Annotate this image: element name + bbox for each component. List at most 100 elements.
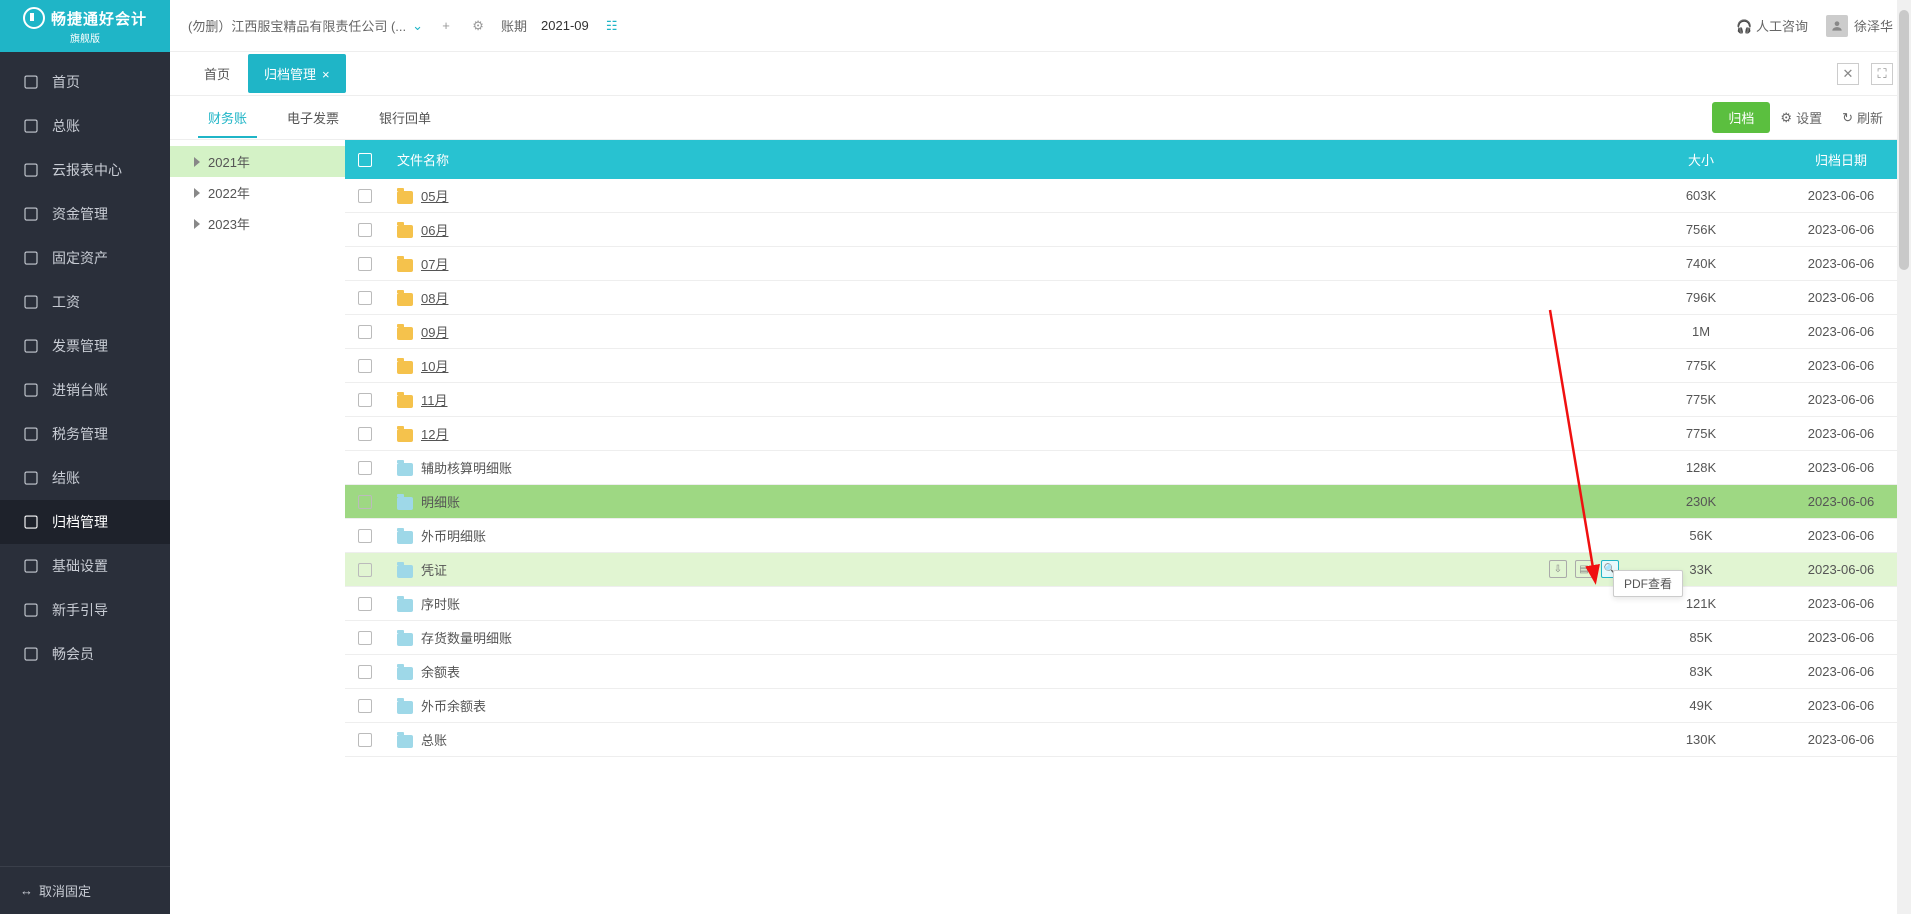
table-row[interactable]: 05月603K2023-06-06 — [345, 179, 1911, 213]
table-row[interactable]: 11月775K2023-06-06 — [345, 383, 1911, 417]
table-row[interactable]: 06月756K2023-06-06 — [345, 213, 1911, 247]
select-all-checkbox[interactable] — [358, 153, 372, 167]
row-checkbox[interactable] — [358, 631, 372, 645]
fund-icon — [22, 205, 40, 223]
settings-button[interactable]: ⚙ 设置 — [1770, 102, 1832, 133]
table-row[interactable]: 08月 796K2023-06-06 — [345, 281, 1911, 315]
subtab-财务账[interactable]: 财务账 — [188, 97, 267, 138]
tree-item-2023年[interactable]: 2023年 — [170, 208, 345, 239]
row-checkbox[interactable] — [358, 529, 372, 543]
row-checkbox[interactable] — [358, 427, 372, 441]
file-name: 明细账 — [421, 495, 460, 510]
close-tab-button[interactable]: ✕ — [1837, 63, 1859, 85]
pin-label: 取消固定 — [39, 881, 91, 900]
table-row[interactable]: 余额表83K2023-06-06 — [345, 655, 1911, 689]
table-row[interactable]: 外币明细账56K2023-06-06 — [345, 519, 1911, 553]
file-date: 2023-06-06 — [1771, 655, 1911, 689]
row-checkbox[interactable] — [358, 597, 372, 611]
table-row[interactable]: 外币余额表49K2023-06-06 — [345, 689, 1911, 723]
file-name[interactable]: 11月 — [421, 393, 448, 408]
col-date: 归档日期 — [1771, 140, 1911, 179]
add-icon[interactable]: + — [437, 18, 455, 33]
gear-icon[interactable]: ⚙ — [469, 18, 487, 34]
folder-icon — [397, 429, 413, 442]
vertical-scrollbar[interactable] — [1897, 0, 1911, 914]
row-checkbox[interactable] — [358, 223, 372, 237]
nav-item-archive[interactable]: 归档管理 — [0, 500, 170, 544]
nav-item-close-acct[interactable]: 结账 — [0, 456, 170, 500]
pin-toggle[interactable]: ↔ 取消固定 — [0, 866, 170, 914]
table-row[interactable]: 12月775K2023-06-06 — [345, 417, 1911, 451]
download-icon[interactable]: ⇩ — [1549, 560, 1567, 578]
nav-item-ledger[interactable]: 总账 — [0, 104, 170, 148]
nav-item-tax[interactable]: 税务管理 — [0, 412, 170, 456]
row-checkbox[interactable] — [358, 393, 372, 407]
table-row[interactable]: 07月740K2023-06-06 — [345, 247, 1911, 281]
row-checkbox[interactable] — [358, 325, 372, 339]
nav-item-home[interactable]: 首页 — [0, 60, 170, 104]
row-checkbox[interactable] — [358, 699, 372, 713]
file-name[interactable]: 05月 — [421, 189, 448, 204]
calendar-icon[interactable]: ☷ — [603, 18, 621, 34]
nav-item-invoice[interactable]: 发票管理 — [0, 324, 170, 368]
nav-item-chart[interactable]: 云报表中心 — [0, 148, 170, 192]
file-date: 2023-06-06 — [1771, 281, 1911, 315]
row-checkbox[interactable] — [358, 257, 372, 271]
period-value[interactable]: 2021-09 — [541, 18, 589, 33]
nav-item-guide[interactable]: 新手引导 — [0, 588, 170, 632]
table-row[interactable]: 明细账230K2023-06-06 — [345, 485, 1911, 519]
row-checkbox[interactable] — [358, 461, 372, 475]
file-name[interactable]: 06月 — [421, 223, 448, 238]
file-size: 796K — [1631, 281, 1771, 315]
row-checkbox[interactable] — [358, 665, 372, 679]
tab-首页[interactable]: 首页 — [188, 54, 246, 93]
file-name[interactable]: 10月 — [421, 359, 448, 374]
file-size: 603K — [1631, 179, 1771, 213]
file-name: 存货数量明细账 — [421, 631, 512, 646]
row-checkbox[interactable] — [358, 733, 372, 747]
table-row[interactable]: 存货数量明细账85K2023-06-06 — [345, 621, 1911, 655]
file-date: 2023-06-06 — [1771, 451, 1911, 485]
file-name[interactable]: 07月 — [421, 257, 448, 272]
company-selector[interactable]: (勿删）江西服宝精品有限责任公司 (... ⌄ — [188, 16, 423, 35]
row-checkbox[interactable] — [358, 563, 372, 577]
row-checkbox[interactable] — [358, 189, 372, 203]
subtab-银行回单[interactable]: 银行回单 — [359, 97, 451, 138]
table-row[interactable]: 总账130K2023-06-06 — [345, 723, 1911, 757]
nav-item-fund[interactable]: 资金管理 — [0, 192, 170, 236]
pdf-icon[interactable]: ▤ — [1575, 560, 1593, 578]
settings-icon — [22, 557, 40, 575]
nav-item-stock[interactable]: 进销台账 — [0, 368, 170, 412]
file-name[interactable]: 08月 — [421, 291, 448, 306]
user-menu[interactable]: 徐泽华 — [1826, 15, 1893, 37]
subtab-电子发票[interactable]: 电子发票 — [267, 97, 359, 138]
pin-icon: ↔ — [20, 883, 33, 898]
refresh-button[interactable]: ↻ 刷新 — [1832, 102, 1893, 133]
nav-item-vip[interactable]: 畅会员 — [0, 632, 170, 676]
table-row[interactable]: 辅助核算明细账128K2023-06-06 — [345, 451, 1911, 485]
table-row[interactable]: 09月1M2023-06-06 — [345, 315, 1911, 349]
file-name[interactable]: 12月 — [421, 427, 448, 442]
caret-icon — [194, 188, 200, 198]
row-checkbox[interactable] — [358, 359, 372, 373]
tree-item-2022年[interactable]: 2022年 — [170, 177, 345, 208]
row-checkbox[interactable] — [358, 291, 372, 305]
file-name[interactable]: 09月 — [421, 325, 448, 340]
logo-subtitle: 旗舰版 — [70, 30, 100, 45]
nav-item-salary[interactable]: 工资 — [0, 280, 170, 324]
tabs-row: 首页归档管理× ✕ ⛶ — [170, 52, 1911, 96]
archive-button[interactable]: 归档 — [1712, 102, 1770, 133]
tab-close-icon[interactable]: × — [322, 67, 330, 82]
table-row[interactable]: 10月775K2023-06-06 — [345, 349, 1911, 383]
nav-item-asset[interactable]: 固定资产 — [0, 236, 170, 280]
nav-item-settings[interactable]: 基础设置 — [0, 544, 170, 588]
tab-归档管理[interactable]: 归档管理× — [248, 54, 346, 93]
file-size: 230K — [1631, 485, 1771, 519]
vip-icon — [22, 645, 40, 663]
invoice-icon — [22, 337, 40, 355]
fullscreen-button[interactable]: ⛶ — [1871, 63, 1893, 85]
doc-icon — [397, 701, 413, 714]
row-checkbox[interactable] — [358, 495, 372, 509]
consult-link[interactable]: 🎧 人工咨询 — [1736, 16, 1808, 35]
tree-item-2021年[interactable]: 2021年 — [170, 146, 345, 177]
